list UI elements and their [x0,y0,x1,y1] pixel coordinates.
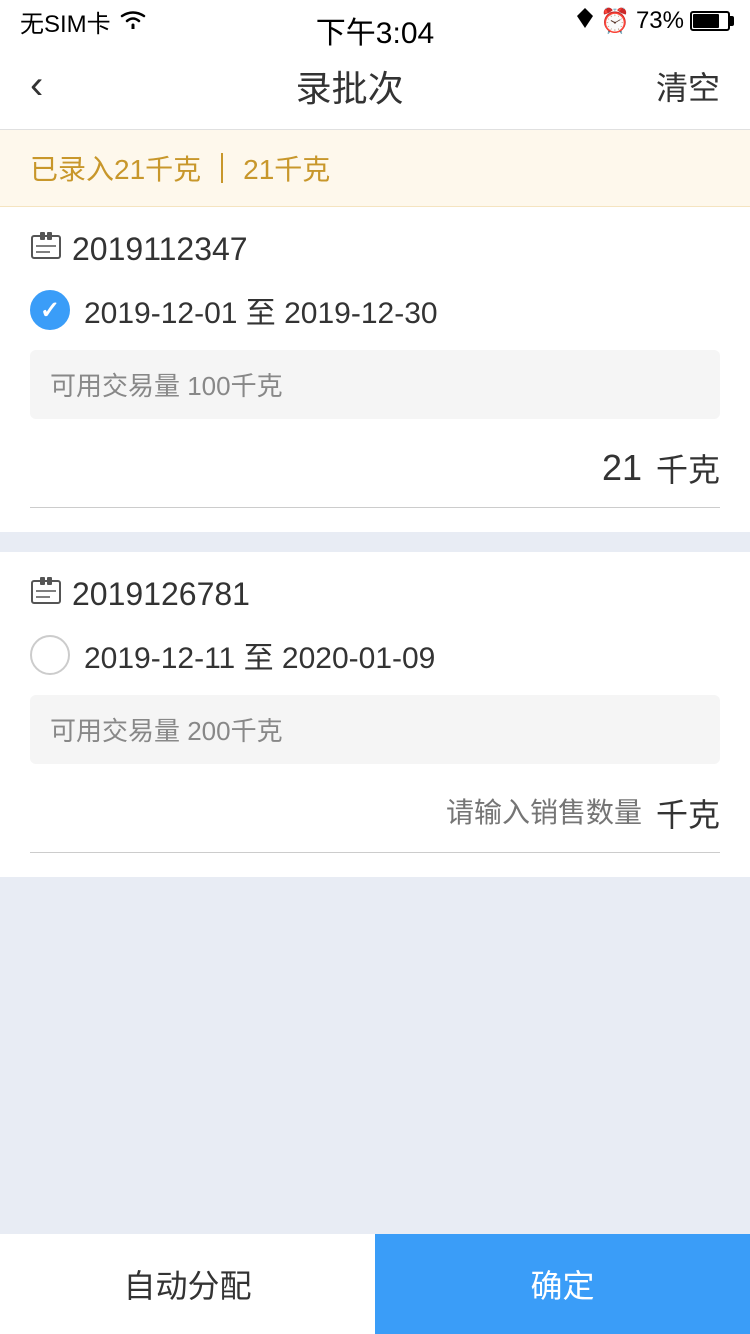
batch-2-bottom-space [0,853,750,877]
battery-icon [690,11,730,31]
batch-2-icon [30,577,62,612]
batch-2-available: 可用交易量 200千克 [30,695,720,764]
batch-1-header: 2019112347 [0,207,750,280]
batch-2-amount-row: 千克 [0,774,750,852]
batch-1-id: 2019112347 [72,231,248,268]
info-banner: 已录入21千克 21千克 [0,130,750,207]
batch-1-amount-row: 千克 [0,429,750,507]
batch-2-checkbox[interactable] [30,635,70,675]
batch-1-available: 可用交易量 100千克 [30,350,720,419]
bottom-area [0,877,750,1257]
batch-1-date: 2019-12-01 至 2019-12-30 [84,288,438,332]
page-title: 录批次 [296,60,404,112]
wifi-icon [119,7,147,36]
battery-percent: 73% [636,7,684,35]
status-time: 下午3:04 [316,8,434,52]
batch-2-header: 2019126781 [0,552,750,625]
bottom-buttons: 自动分配 确定 [0,1234,750,1334]
auto-distribute-button[interactable]: 自动分配 [0,1234,375,1334]
batch-1-bottom-space [0,508,750,532]
status-right: ⏰ 73% [576,7,730,36]
batch-1-row: 2019-12-01 至 2019-12-30 [0,280,750,340]
carrier-label: 无SIM卡 [20,4,111,39]
confirm-button[interactable]: 确定 [375,1234,750,1334]
clear-button[interactable]: 清空 [656,63,720,109]
batch-2-id: 2019126781 [72,576,250,613]
batch-2-date: 2019-12-11 至 2020-01-09 [84,633,435,677]
info-divider [221,153,223,183]
alarm-icon: ⏰ [600,7,630,36]
section-divider [0,532,750,552]
batch-1-unit: 千克 [656,445,720,491]
recorded-value: 21千克 [243,148,330,188]
status-bar: 无SIM卡 下午3:04 ⏰ 73% [0,0,750,42]
batch-1-checkbox[interactable] [30,290,70,330]
batch-1-icon [30,232,62,267]
batch-1-amount-input[interactable] [542,447,642,489]
batch-2-row: 2019-12-11 至 2020-01-09 [0,625,750,685]
recorded-label: 已录入21千克 [30,148,201,188]
batch-2-amount-input[interactable] [30,797,642,829]
nav-bar: ‹ 录批次 清空 [0,42,750,130]
back-button[interactable]: ‹ [30,63,43,108]
status-left: 无SIM卡 [20,4,147,39]
batch-card-2: 2019126781 2019-12-11 至 2020-01-09 可用交易量… [0,552,750,877]
batch-2-unit: 千克 [656,790,720,836]
location-icon [576,7,594,36]
batch-card-1: 2019112347 2019-12-01 至 2019-12-30 可用交易量… [0,207,750,532]
